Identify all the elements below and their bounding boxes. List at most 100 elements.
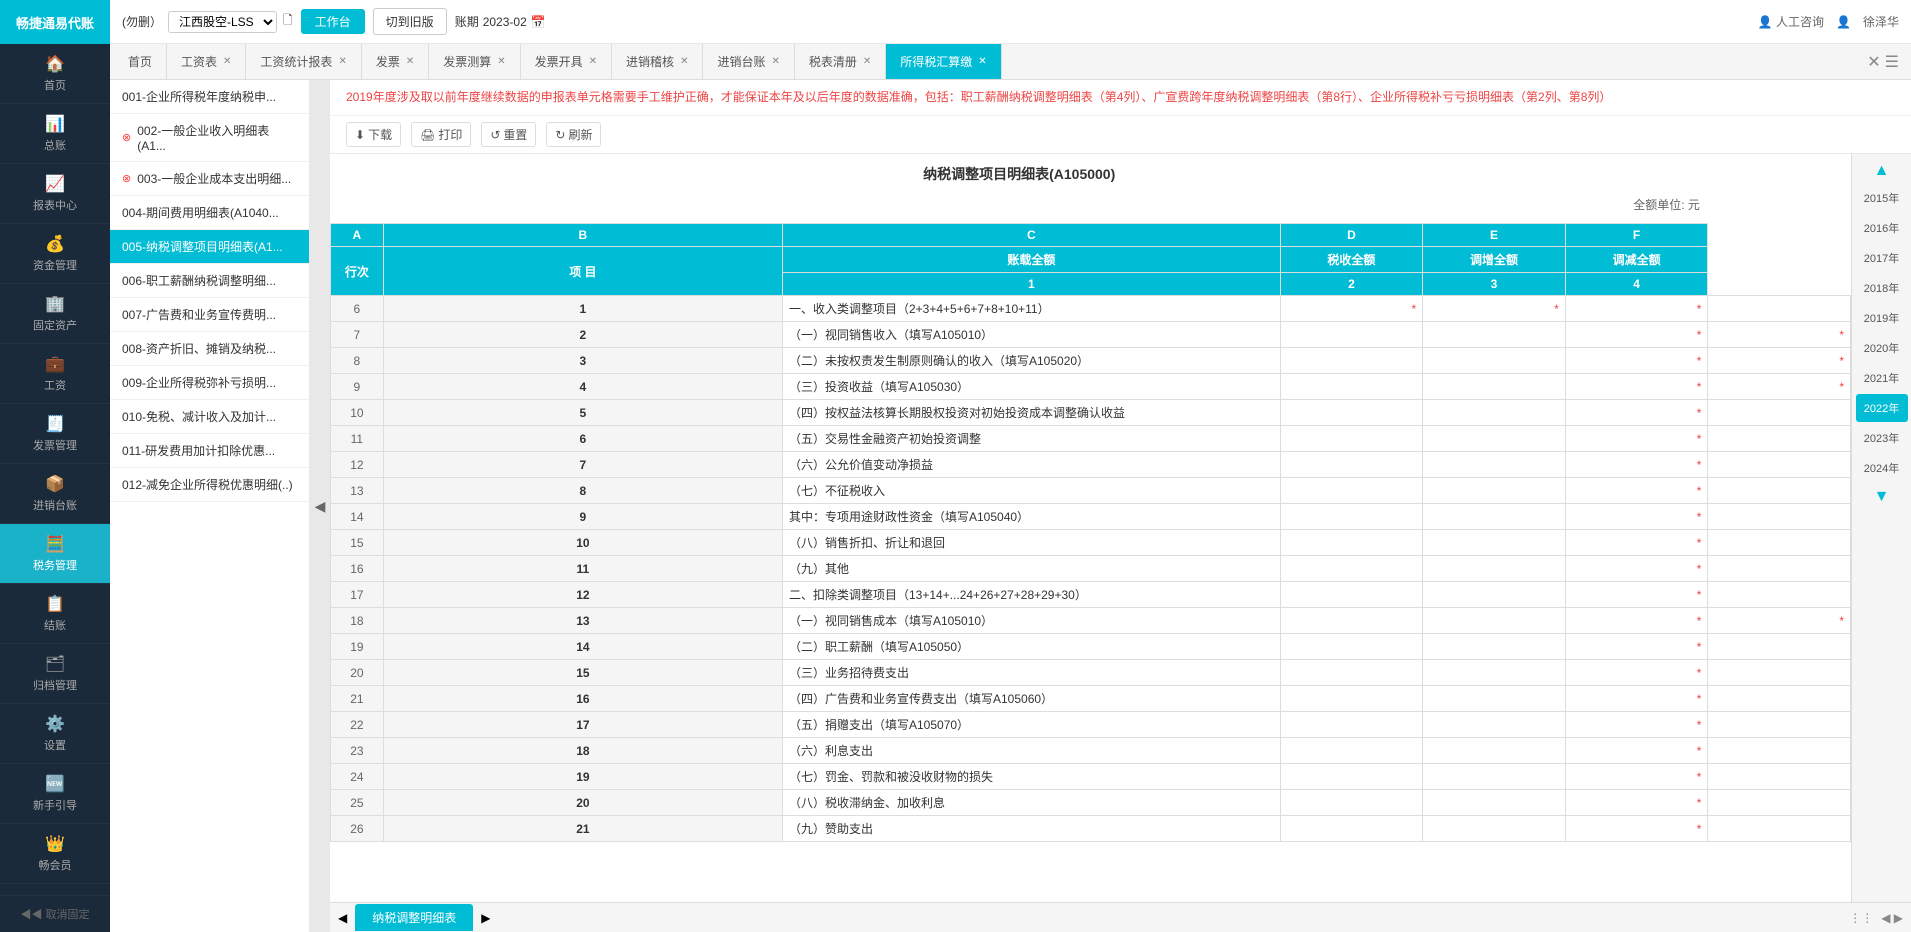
year-item-2021[interactable]: 2021年 [1856, 364, 1908, 392]
tabbar-menu-icon[interactable]: ☰ [1885, 52, 1899, 72]
user-name[interactable]: 徐泽华 [1863, 13, 1899, 30]
item-text-11[interactable]: （九）其他 [783, 556, 1281, 582]
val-c4-17[interactable] [1708, 712, 1851, 738]
val-c3-16[interactable]: * [1565, 686, 1708, 712]
left-panel-item-002[interactable]: ⊗002-一般企业收入明细表(A1... [110, 114, 309, 162]
item-text-19[interactable]: （七）罚金、罚款和被没收财物的损失 [783, 764, 1281, 790]
sidebar-item-report[interactable]: 📈报表中心 [0, 164, 110, 224]
val-c4-13[interactable]: * [1708, 608, 1851, 634]
year-item-2023[interactable]: 2023年 [1856, 424, 1908, 452]
worktable-button[interactable]: 工作台 [301, 9, 365, 34]
year-item-2024[interactable]: 2024年 [1856, 454, 1908, 482]
item-text-6[interactable]: （五）交易性金融资产初始投资调整 [783, 426, 1281, 452]
print-button[interactable]: 🖨 打印 [411, 122, 471, 147]
collapse-button[interactable]: ◀ [310, 80, 330, 932]
left-panel-item-007[interactable]: 007-广告费和业务宣传费明... [110, 298, 309, 332]
sidebar-item-settings[interactable]: ⚙️设置 [0, 704, 110, 764]
sidebar-item-archive[interactable]: 🗂归档管理 [0, 644, 110, 704]
val-c1-3[interactable] [1280, 348, 1423, 374]
val-c2-15[interactable] [1423, 660, 1566, 686]
val-c3-2[interactable]: * [1565, 322, 1708, 348]
val-c2-1[interactable]: * [1423, 296, 1566, 322]
item-text-20[interactable]: （八）税收滞纳金、加收利息 [783, 790, 1281, 816]
left-panel-item-011[interactable]: 011-研发费用加计扣除优惠... [110, 434, 309, 468]
val-c4-15[interactable] [1708, 660, 1851, 686]
val-c1-20[interactable] [1280, 790, 1423, 816]
item-text-3[interactable]: （二）未按权责发生制原则确认的收入（填写A105020） [783, 348, 1281, 374]
sidebar-item-tax[interactable]: 🧮税务管理 [0, 524, 110, 584]
val-c3-10[interactable]: * [1565, 530, 1708, 556]
val-c4-10[interactable] [1708, 530, 1851, 556]
val-c2-10[interactable] [1423, 530, 1566, 556]
tab-close-3[interactable]: ✕ [406, 56, 414, 67]
val-c2-11[interactable] [1423, 556, 1566, 582]
item-text-8[interactable]: （七）不征税收入 [783, 478, 1281, 504]
val-c3-7[interactable]: * [1565, 452, 1708, 478]
tab-1[interactable]: 工资表✕ [167, 44, 246, 79]
val-c1-18[interactable] [1280, 738, 1423, 764]
left-panel-item-008[interactable]: 008-资产折旧、摊销及纳税... [110, 332, 309, 366]
item-text-2[interactable]: （一）视同销售收入（填写A105010） [783, 322, 1281, 348]
val-c1-17[interactable] [1280, 712, 1423, 738]
val-c3-13[interactable]: * [1565, 608, 1708, 634]
tab-close-4[interactable]: ✕ [497, 56, 505, 67]
calendar-icon[interactable]: 📅 [531, 15, 546, 29]
val-c4-14[interactable] [1708, 634, 1851, 660]
service-btn[interactable]: 👤 人工咨询 [1758, 13, 1824, 30]
item-text-4[interactable]: （三）投资收益（填写A105030） [783, 374, 1281, 400]
sidebar-item-fixed[interactable]: 🏢固定资产 [0, 284, 110, 344]
left-panel-item-010[interactable]: 010-免税、减计收入及加计... [110, 400, 309, 434]
item-text-14[interactable]: （二）职工薪酬（填写A105050） [783, 634, 1281, 660]
item-text-15[interactable]: （三）业务招待费支出 [783, 660, 1281, 686]
val-c2-19[interactable] [1423, 764, 1566, 790]
tab-7[interactable]: 进销台账✕ [703, 44, 794, 79]
val-c1-16[interactable] [1280, 686, 1423, 712]
item-text-10[interactable]: （八）销售折扣、折让和退回 [783, 530, 1281, 556]
tab-8[interactable]: 税表清册✕ [795, 44, 886, 79]
val-c3-12[interactable]: * [1565, 582, 1708, 608]
val-c1-15[interactable] [1280, 660, 1423, 686]
bottom-tab-active[interactable]: 纳税调整明细表 [355, 904, 473, 931]
item-text-13[interactable]: （一）视同销售成本（填写A105010） [783, 608, 1281, 634]
val-c3-6[interactable]: * [1565, 426, 1708, 452]
val-c2-2[interactable] [1423, 322, 1566, 348]
sidebar-item-assets[interactable]: 💰资金管理 [0, 224, 110, 284]
val-c3-5[interactable]: * [1565, 400, 1708, 426]
val-c3-11[interactable]: * [1565, 556, 1708, 582]
table-wrap[interactable]: 纳税调整项目明细表(A105000)全额单位: 元 A B C D E F 行次… [330, 154, 1851, 902]
val-c4-4[interactable]: * [1708, 374, 1851, 400]
val-c3-8[interactable]: * [1565, 478, 1708, 504]
tab-close-7[interactable]: ✕ [771, 56, 779, 67]
val-c4-16[interactable] [1708, 686, 1851, 712]
val-c1-11[interactable] [1280, 556, 1423, 582]
tab-5[interactable]: 发票开具✕ [521, 44, 612, 79]
item-text-9[interactable]: 其中：专项用途财政性资金（填写A105040） [783, 504, 1281, 530]
tab-close-9[interactable]: ✕ [978, 56, 986, 67]
val-c1-9[interactable] [1280, 504, 1423, 530]
year-item-2019[interactable]: 2019年 [1856, 304, 1908, 332]
val-c1-8[interactable] [1280, 478, 1423, 504]
val-c1-7[interactable] [1280, 452, 1423, 478]
year-item-2017[interactable]: 2017年 [1856, 244, 1908, 272]
tab-3[interactable]: 发票✕ [362, 44, 429, 79]
tab-2[interactable]: 工资统计报表✕ [246, 44, 361, 79]
val-c1-4[interactable] [1280, 374, 1423, 400]
val-c4-19[interactable] [1708, 764, 1851, 790]
switch-button[interactable]: 切到旧版 [373, 8, 447, 35]
horizontal-scroll[interactable]: ◀ ▶ [1881, 911, 1903, 925]
val-c2-18[interactable] [1423, 738, 1566, 764]
val-c4-21[interactable] [1708, 816, 1851, 842]
sidebar-item-home[interactable]: 🏠首页 [0, 44, 110, 104]
val-c3-18[interactable]: * [1565, 738, 1708, 764]
tab-close-5[interactable]: ✕ [589, 56, 597, 67]
val-c4-18[interactable] [1708, 738, 1851, 764]
val-c2-20[interactable] [1423, 790, 1566, 816]
val-c4-12[interactable] [1708, 582, 1851, 608]
close-all-icon[interactable]: ✕ [1867, 52, 1880, 72]
download-button[interactable]: ⬇ 下载 [346, 122, 401, 147]
refresh-button[interactable]: ↻ 刷新 [546, 122, 601, 147]
bottom-nav-left[interactable]: ◀ [338, 911, 347, 925]
val-c1-5[interactable] [1280, 400, 1423, 426]
val-c2-7[interactable] [1423, 452, 1566, 478]
val-c3-14[interactable]: * [1565, 634, 1708, 660]
